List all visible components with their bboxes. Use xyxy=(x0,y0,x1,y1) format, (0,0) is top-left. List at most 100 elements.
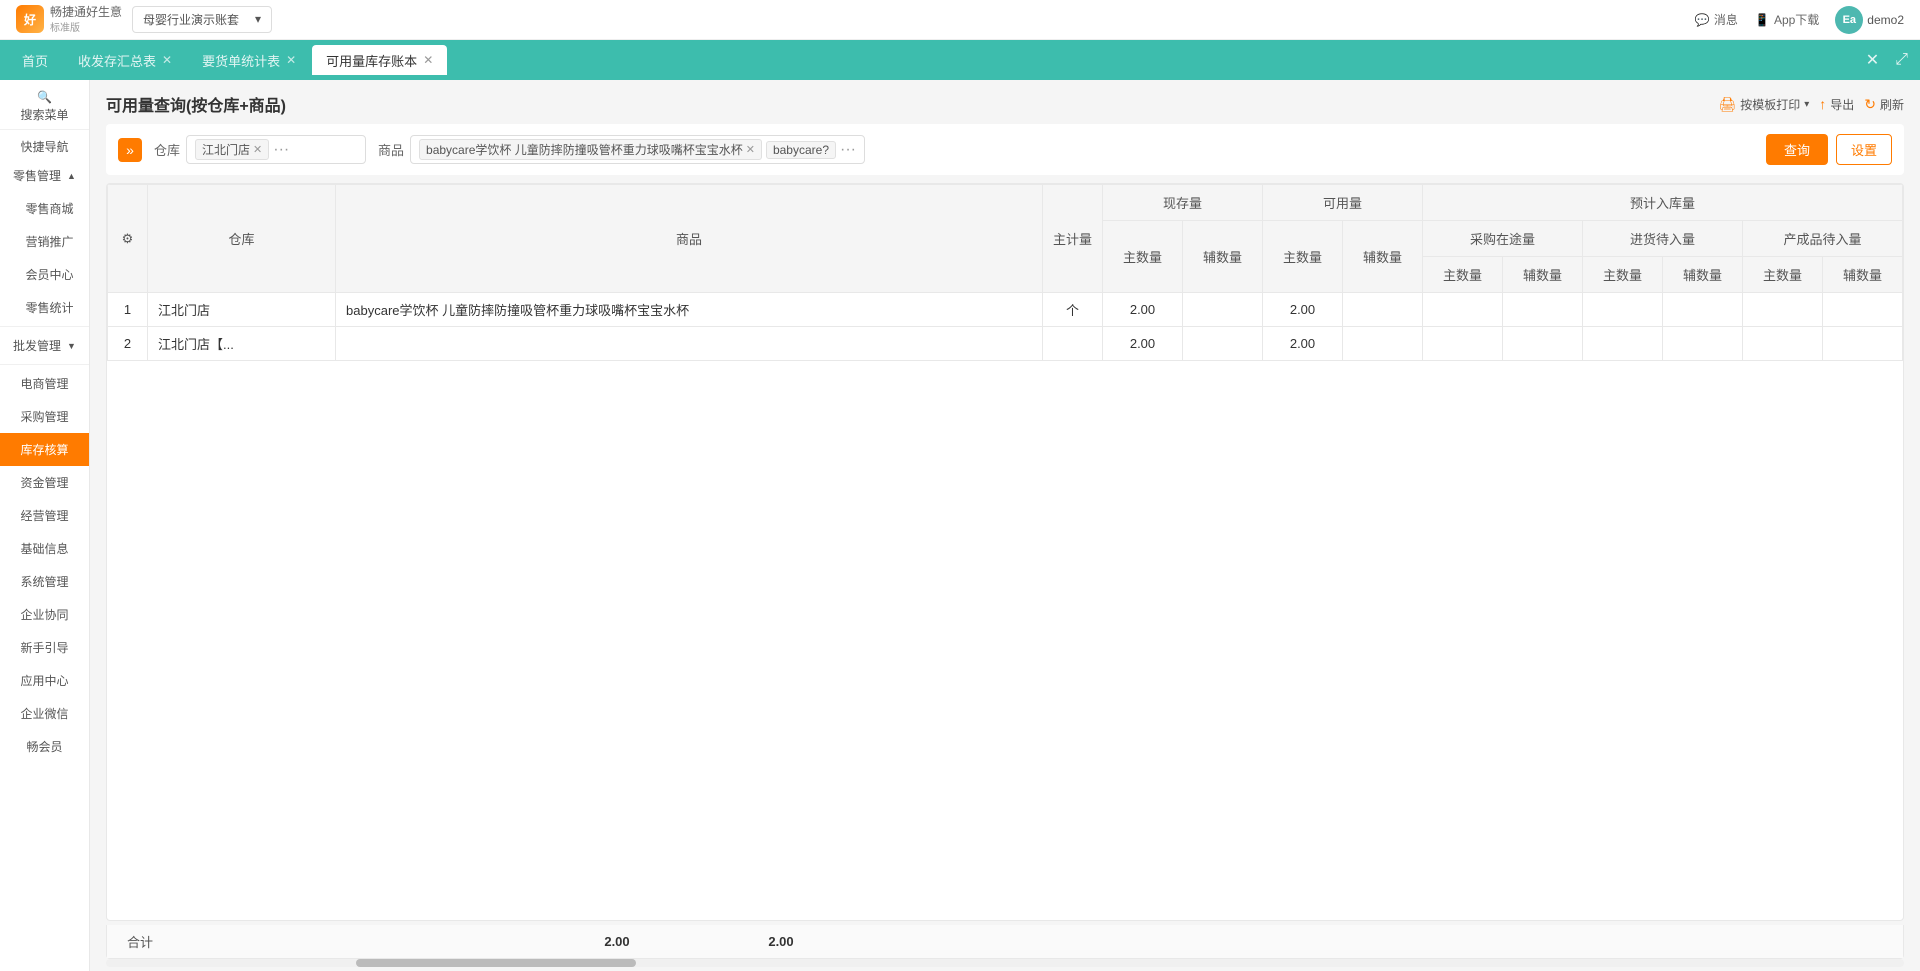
table-container[interactable]: ⚙ 仓库 商品 主计量 现存量 可用量 预计入库量 主数量 辅数量 主数量 辅数… xyxy=(106,183,1904,921)
sidebar-item-operations[interactable]: 经营管理 xyxy=(0,499,89,532)
sidebar-divider-1 xyxy=(0,326,89,327)
tab-home-label: 首页 xyxy=(22,51,48,70)
goods-tag-2: babycare? xyxy=(766,141,836,159)
messages-label: 消息 xyxy=(1714,11,1738,28)
th-produced-sub: 辅数量 xyxy=(1823,257,1903,293)
th-warehouse: 仓库 xyxy=(148,185,336,293)
tab-order-close-icon[interactable]: ✕ xyxy=(286,54,296,66)
app-download-action[interactable]: 📱 App下载 xyxy=(1754,11,1819,28)
th-purchase-transit: 采购在途量 xyxy=(1423,221,1583,257)
tab-available-stock[interactable]: 可用量库存账本 ✕ xyxy=(312,45,447,75)
sidebar-item-inventory[interactable]: 库存核算 xyxy=(0,433,89,466)
content-area: 可用量查询(按仓库+商品) 🖨 按模板打印 ▾ ↑ 导出 ↻ 刷新 xyxy=(90,80,1920,971)
cell-purchase-main xyxy=(1423,327,1503,361)
sidebar-item-base-info[interactable]: 基础信息 xyxy=(0,532,89,565)
sidebar-item-marketing[interactable]: 营销推广 xyxy=(0,225,89,258)
query-button[interactable]: 查询 xyxy=(1766,134,1828,165)
sidebar-item-finance[interactable]: 资金管理 xyxy=(0,466,89,499)
sidebar-item-retail-mall[interactable]: 零售商城 xyxy=(0,192,89,225)
sidebar-item-newcomer[interactable]: 新手引导 xyxy=(0,631,89,664)
footer-total-row: 合计 2.00 2.00 xyxy=(107,925,1903,958)
th-avail-main: 主数量 xyxy=(1263,221,1343,293)
sidebar-quick-nav[interactable]: 快捷导航 xyxy=(0,130,89,159)
tab-available-label: 可用量库存账本 xyxy=(326,51,417,70)
settings-icon: ⚙ xyxy=(122,231,134,246)
warehouse-tag-close-icon[interactable]: ✕ xyxy=(253,143,262,156)
sidebar-item-ecommerce[interactable]: 电商管理 xyxy=(0,367,89,400)
sidebar-app-center-label: 应用中心 xyxy=(20,672,68,689)
sidebar-marketing-label: 营销推广 xyxy=(25,233,73,250)
sidebar-wechat-label: 企业微信 xyxy=(20,705,68,722)
sidebar-retail-mall-label: 零售商城 xyxy=(25,200,73,217)
sidebar-item-retail-mgmt[interactable]: 零售管理 xyxy=(0,159,89,192)
sidebar-item-app-center[interactable]: 应用中心 xyxy=(0,664,89,697)
filter-toggle-button[interactable]: » xyxy=(118,138,142,162)
footer-total-label: 合计 xyxy=(117,932,317,951)
tab-home[interactable]: 首页 xyxy=(8,45,62,75)
horizontal-scrollbar[interactable] xyxy=(106,959,1904,967)
tab-receipt-close-icon[interactable]: ✕ xyxy=(162,54,172,66)
close-all-tabs-button[interactable]: ✕ xyxy=(1862,48,1883,72)
goods-tag-1-close-icon[interactable]: ✕ xyxy=(746,143,755,156)
user-area[interactable]: Ea demo2 xyxy=(1835,6,1904,34)
print-button[interactable]: 🖨 按模板打印 ▾ xyxy=(1718,96,1809,113)
sidebar-members-label: 会员中心 xyxy=(25,266,73,283)
header-right: 💬 消息 📱 App下载 Ea demo2 xyxy=(1694,6,1904,34)
top-header: 好 畅捷通好生意 标准版 母婴行业演示账套 ▾ 💬 消息 📱 App下载 Ea … xyxy=(0,0,1920,40)
export-label: 导出 xyxy=(1830,96,1854,113)
scroll-thumb[interactable] xyxy=(356,959,636,967)
export-button[interactable]: ↑ 导出 xyxy=(1819,96,1854,113)
page-actions: 🖨 按模板打印 ▾ ↑ 导出 ↻ 刷新 xyxy=(1718,96,1904,113)
goods-filter-input[interactable]: babycare学饮杯 儿童防摔防撞吸管杯重力球吸嘴杯宝宝水杯 ✕ babyca… xyxy=(410,135,865,164)
quick-nav-label: 快捷导航 xyxy=(20,138,68,155)
page-header: 可用量查询(按仓库+商品) 🖨 按模板打印 ▾ ↑ 导出 ↻ 刷新 xyxy=(90,80,1920,124)
warehouse-filter-more-icon[interactable]: ··· xyxy=(273,141,289,159)
goods-tag-2-text: babycare? xyxy=(773,143,829,157)
search-icon: 🔍 xyxy=(37,90,52,104)
logo-area: 好 畅捷通好生意 标准版 xyxy=(16,5,122,34)
expand-button[interactable]: ⤢ xyxy=(1891,49,1912,71)
th-main-unit: 主计量 xyxy=(1042,185,1102,293)
sidebar-item-enterprise[interactable]: 企业协同 xyxy=(0,598,89,631)
sidebar-item-system[interactable]: 系统管理 xyxy=(0,565,89,598)
table-footer: 合计 2.00 2.00 xyxy=(106,925,1904,959)
sidebar-search[interactable]: 🔍 搜索菜单 xyxy=(0,80,89,130)
cell-purchase-sub xyxy=(1503,293,1583,327)
industry-selector[interactable]: 母婴行业演示账套 ▾ xyxy=(132,6,272,33)
warehouse-filter-input[interactable]: 江北门店 ✕ ··· xyxy=(186,135,366,164)
th-purchase-main: 主数量 xyxy=(1423,257,1503,293)
main-layout: 🔍 搜索菜单 快捷导航 零售管理 零售商城 营销推广 会员中心 零售统计 批发管… xyxy=(0,80,1920,971)
tab-receipt-summary[interactable]: 收发存汇总表 ✕ xyxy=(64,45,186,75)
download-icon: 📱 xyxy=(1754,12,1770,28)
sidebar-item-member[interactable]: 畅会员 xyxy=(0,730,89,763)
sidebar-item-members[interactable]: 会员中心 xyxy=(0,258,89,291)
sidebar-wholesale-label: 批发管理 xyxy=(13,337,61,354)
cell-incoming-main xyxy=(1583,327,1663,361)
goods-filter-label: 商品 xyxy=(378,140,404,159)
sidebar-item-wechat[interactable]: 企业微信 xyxy=(0,697,89,730)
cell-incoming-main xyxy=(1583,293,1663,327)
cell-produced-main xyxy=(1743,293,1823,327)
print-label: 按模板打印 xyxy=(1740,96,1800,113)
tab-receipt-label: 收发存汇总表 xyxy=(78,51,156,70)
export-icon: ↑ xyxy=(1819,96,1826,112)
tab-available-close-icon[interactable]: ✕ xyxy=(423,54,433,66)
cell-purchase-main xyxy=(1423,293,1503,327)
refresh-button[interactable]: ↻ 刷新 xyxy=(1864,96,1904,113)
setting-button[interactable]: 设置 xyxy=(1836,134,1892,165)
filter-bar: » 仓库 江北门店 ✕ ··· 商品 babycare学饮杯 儿童防摔防撞吸管杯… xyxy=(106,124,1904,175)
cell-produced-main xyxy=(1743,327,1823,361)
filter-actions: 查询 设置 xyxy=(1766,134,1892,165)
messages-action[interactable]: 💬 消息 xyxy=(1694,11,1738,28)
cell-warehouse: 江北门店【... xyxy=(148,327,336,361)
tab-order-stats[interactable]: 要货单统计表 ✕ xyxy=(188,45,310,75)
sidebar-item-purchase[interactable]: 采购管理 xyxy=(0,400,89,433)
username-label: demo2 xyxy=(1867,13,1904,27)
th-current-stock: 现存量 xyxy=(1103,185,1263,221)
goods-filter-more-icon[interactable]: ··· xyxy=(840,141,856,159)
sidebar-divider-2 xyxy=(0,364,89,365)
th-settings[interactable]: ⚙ xyxy=(108,185,148,293)
sidebar-item-retail-stats[interactable]: 零售统计 xyxy=(0,291,89,324)
sidebar-item-wholesale[interactable]: 批发管理 xyxy=(0,329,89,362)
cell-goods: babycare学饮杯 儿童防摔防撞吸管杯重力球吸嘴杯宝宝水杯 xyxy=(336,293,1043,327)
